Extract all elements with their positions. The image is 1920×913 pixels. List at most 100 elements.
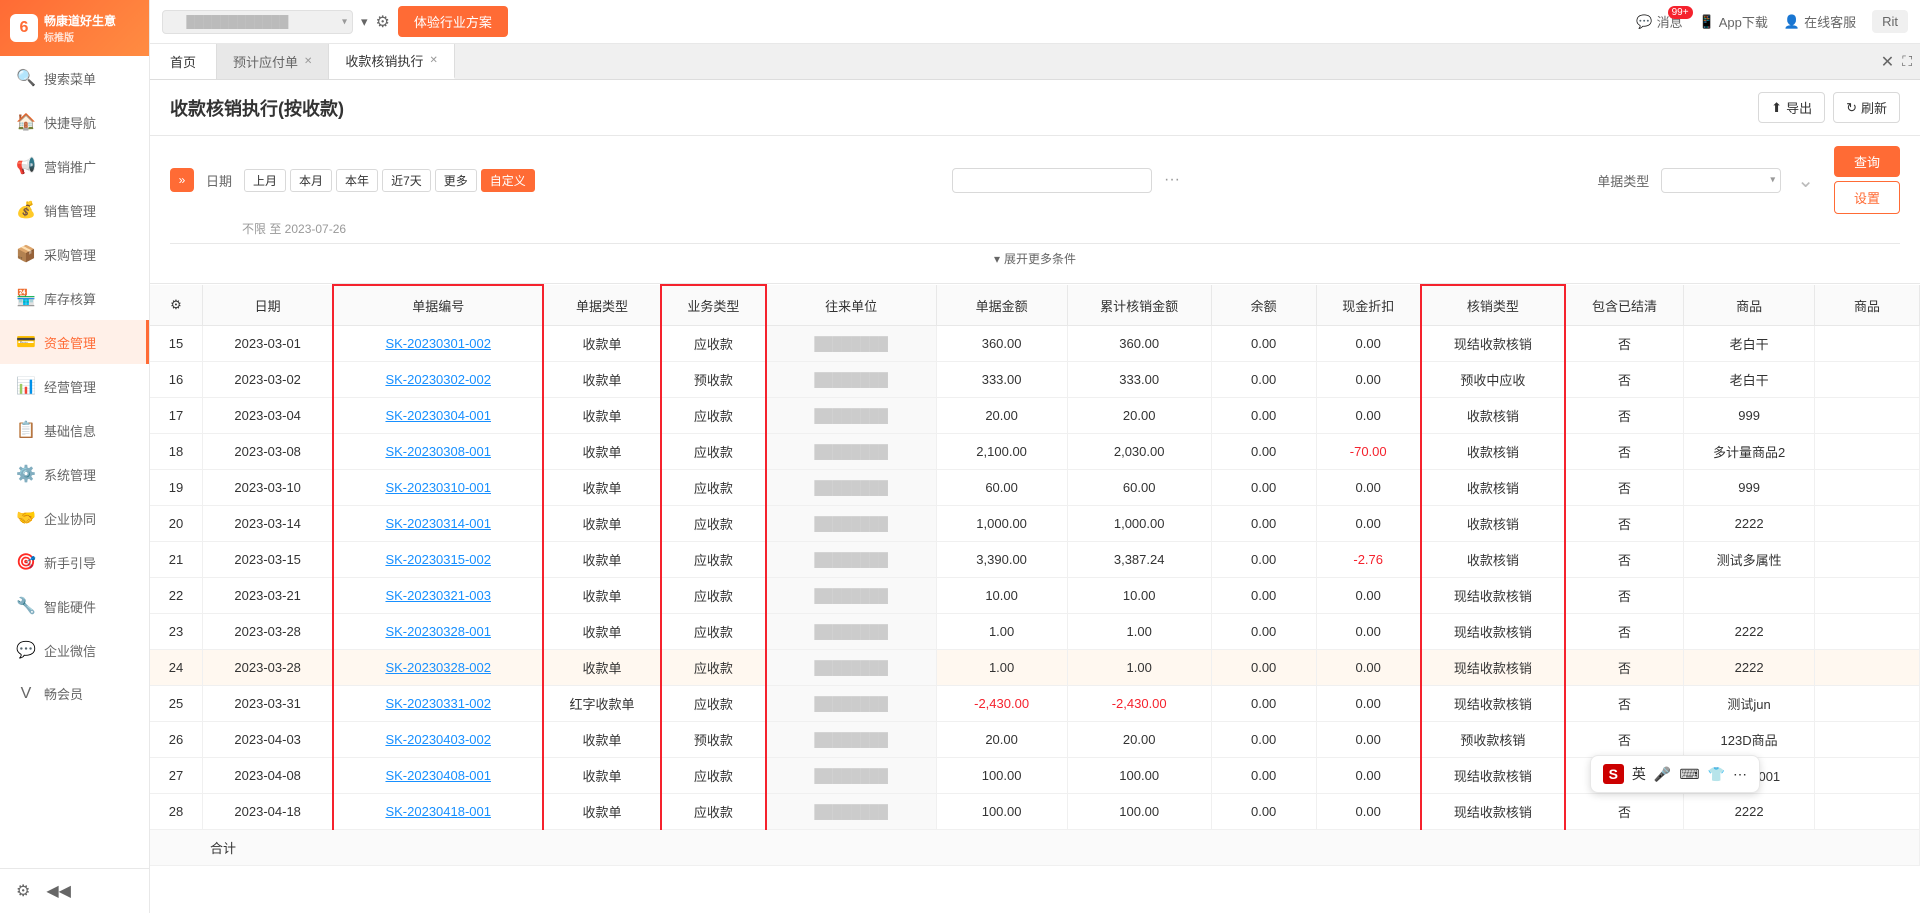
row-counterpart: ████████ — [766, 614, 936, 650]
toggle-filter-button[interactable]: » — [170, 168, 194, 192]
row-include-settled: 否 — [1565, 542, 1684, 578]
row-date: 2023-03-28 — [202, 650, 333, 686]
sidebar: 6 畅康道好生意 标推版 🔍 搜索菜单 🏠 快捷导航 📢 营销推广 💰 销售管理… — [0, 0, 150, 913]
tab-receivable[interactable]: 预计应付单 ✕ — [217, 44, 329, 79]
user-menu[interactable]: Rit — [1872, 10, 1908, 33]
query-button[interactable]: 查询 — [1834, 146, 1900, 177]
row-voucher-no[interactable]: SK-20230301-002 — [333, 326, 543, 362]
row-number: 17 — [150, 398, 202, 434]
sidebar-item-marketing[interactable]: 📢 营销推广 — [0, 144, 149, 188]
industry-solution-button[interactable]: 体验行业方案 — [398, 6, 508, 37]
col-gear[interactable]: ⚙ — [150, 285, 202, 326]
date-filter-label: 日期 — [206, 171, 232, 190]
sidebar-item-quicknav[interactable]: 🏠 快捷导航 — [0, 100, 149, 144]
row-counterpart: ████████ — [766, 686, 936, 722]
user-name: Rit — [1882, 14, 1898, 29]
sidebar-item-wechat[interactable]: 💬 企业微信 — [0, 628, 149, 672]
row-include-settled: 否 — [1565, 578, 1684, 614]
date-btn-this-year[interactable]: 本年 — [336, 169, 378, 192]
topbar-chevron-icon[interactable]: ▾ — [361, 14, 368, 30]
tab-home[interactable]: 首页 — [150, 44, 217, 79]
sidebar-item-enterprise[interactable]: 🤝 企业协同 — [0, 496, 149, 540]
shirt-icon[interactable]: 👕 — [1708, 766, 1725, 783]
mic-icon[interactable]: 🎤 — [1654, 766, 1671, 783]
counterpart-more-icon[interactable]: ··· — [1164, 171, 1180, 189]
tab-receivable-label: 预计应付单 — [233, 52, 298, 71]
row-cash-discount: 0.00 — [1316, 650, 1421, 686]
settings-button[interactable]: 设置 — [1834, 181, 1900, 214]
topbar-gear-icon[interactable]: ⚙ — [376, 12, 390, 32]
sidebar-item-system[interactable]: ⚙️ 系统管理 — [0, 452, 149, 496]
row-voucher-no[interactable]: SK-20230310-001 — [333, 470, 543, 506]
row-biz-type: 应收款 — [661, 578, 766, 614]
sidebar-item-operation[interactable]: 📊 经营管理 — [0, 364, 149, 408]
row-voucher-no[interactable]: SK-20230403-002 — [333, 722, 543, 758]
collapse-icon[interactable]: ◀◀ — [46, 881, 71, 901]
sidebar-item-inventory[interactable]: 🏪 库存核算 — [0, 276, 149, 320]
online-service-button[interactable]: 👤 在线客服 — [1784, 12, 1856, 31]
more-icon[interactable]: ⋯ — [1733, 766, 1747, 783]
refresh-icon: ↻ — [1846, 100, 1857, 116]
account-selector[interactable] — [162, 10, 353, 34]
row-voucher-no[interactable]: SK-20230315-002 — [333, 542, 543, 578]
app-download-button[interactable]: 📱 App下载 — [1699, 12, 1768, 31]
sidebar-item-label: 资金管理 — [44, 333, 96, 352]
row-voucher-no[interactable]: SK-20230308-001 — [333, 434, 543, 470]
sidebar-item-guide[interactable]: 🎯 新手引导 — [0, 540, 149, 584]
row-number: 16 — [150, 362, 202, 398]
col-balance: 余额 — [1211, 285, 1316, 326]
close-collection-tab-icon[interactable]: ✕ — [429, 55, 437, 66]
close-tab-icon[interactable]: ✕ — [1881, 52, 1894, 72]
row-product-img — [1815, 578, 1920, 614]
row-date: 2023-03-15 — [202, 542, 333, 578]
settings-bottom-icon[interactable]: ⚙ — [16, 881, 30, 901]
guide-icon: 🎯 — [16, 552, 36, 572]
row-voucher-no[interactable]: SK-20230328-001 — [333, 614, 543, 650]
date-btn-7days[interactable]: 近7天 — [382, 169, 431, 192]
tab-collection[interactable]: 收款核销执行 ✕ — [329, 44, 454, 79]
sidebar-item-sales[interactable]: 💰 销售管理 — [0, 188, 149, 232]
row-product-img — [1815, 794, 1920, 830]
export-icon: ⬆ — [1771, 100, 1782, 116]
sidebar-item-basic[interactable]: 📋 基础信息 — [0, 408, 149, 452]
sidebar-item-search[interactable]: 🔍 搜索菜单 — [0, 56, 149, 100]
col-biz-type: 业务类型 — [661, 285, 766, 326]
export-button[interactable]: ⬆ 导出 — [1758, 92, 1825, 123]
row-amount: 60.00 — [936, 470, 1067, 506]
sidebar-item-member[interactable]: V 畅会员 — [0, 672, 149, 715]
row-voucher-no[interactable]: SK-20230314-001 — [333, 506, 543, 542]
row-voucher-no[interactable]: SK-20230302-002 — [333, 362, 543, 398]
row-cum-offset: 100.00 — [1067, 794, 1211, 830]
close-receivable-tab-icon[interactable]: ✕ — [304, 56, 312, 67]
row-voucher-no[interactable]: SK-20230321-003 — [333, 578, 543, 614]
sales-icon: 💰 — [16, 200, 36, 220]
date-btn-custom[interactable]: 自定义 — [481, 169, 535, 192]
row-cash-discount: 0.00 — [1316, 362, 1421, 398]
sidebar-item-label: 畅会员 — [44, 684, 83, 703]
row-voucher-no[interactable]: SK-20230408-001 — [333, 758, 543, 794]
row-balance: 0.00 — [1211, 794, 1316, 830]
row-voucher-no[interactable]: SK-20230328-002 — [333, 650, 543, 686]
date-btn-last-month[interactable]: 上月 — [244, 169, 286, 192]
sidebar-item-finance[interactable]: 💳 资金管理 — [0, 320, 149, 364]
counterpart-input[interactable] — [952, 168, 1152, 193]
refresh-button[interactable]: ↻ 刷新 — [1833, 92, 1900, 123]
row-amount: 20.00 — [936, 722, 1067, 758]
expand-more-conditions-button[interactable]: ▾ 展开更多条件 — [170, 243, 1900, 273]
row-voucher-no[interactable]: SK-20230331-002 — [333, 686, 543, 722]
date-btn-more[interactable]: 更多 — [435, 169, 477, 192]
table-container[interactable]: ⚙ 日期 单据编号 单据类型 业务类型 往来单位 单据金额 累计核销金额 余额 … — [150, 284, 1920, 913]
message-button[interactable]: 💬 消息 99+ — [1636, 12, 1682, 31]
sidebar-item-purchase[interactable]: 📦 采购管理 — [0, 232, 149, 276]
table-row: 182023-03-08SK-20230308-001收款单应收款███████… — [150, 434, 1920, 470]
keyboard-icon[interactable]: ⌨ — [1679, 766, 1699, 783]
voucher-type-select[interactable] — [1661, 168, 1781, 193]
date-btn-this-month[interactable]: 本月 — [290, 169, 332, 192]
row-voucher-no[interactable]: SK-20230418-001 — [333, 794, 543, 830]
sidebar-item-hardware[interactable]: 🔧 智能硬件 — [0, 584, 149, 628]
row-offset-type: 现结收款核销 — [1421, 650, 1565, 686]
filter-row-1: » 日期 上月 本月 本年 近7天 更多 自定义 ··· 单据类型 ⌄ — [170, 146, 1900, 214]
fullscreen-icon[interactable]: ⛶ — [1902, 53, 1912, 70]
watermark-text: 英 — [1632, 764, 1646, 784]
row-voucher-no[interactable]: SK-20230304-001 — [333, 398, 543, 434]
